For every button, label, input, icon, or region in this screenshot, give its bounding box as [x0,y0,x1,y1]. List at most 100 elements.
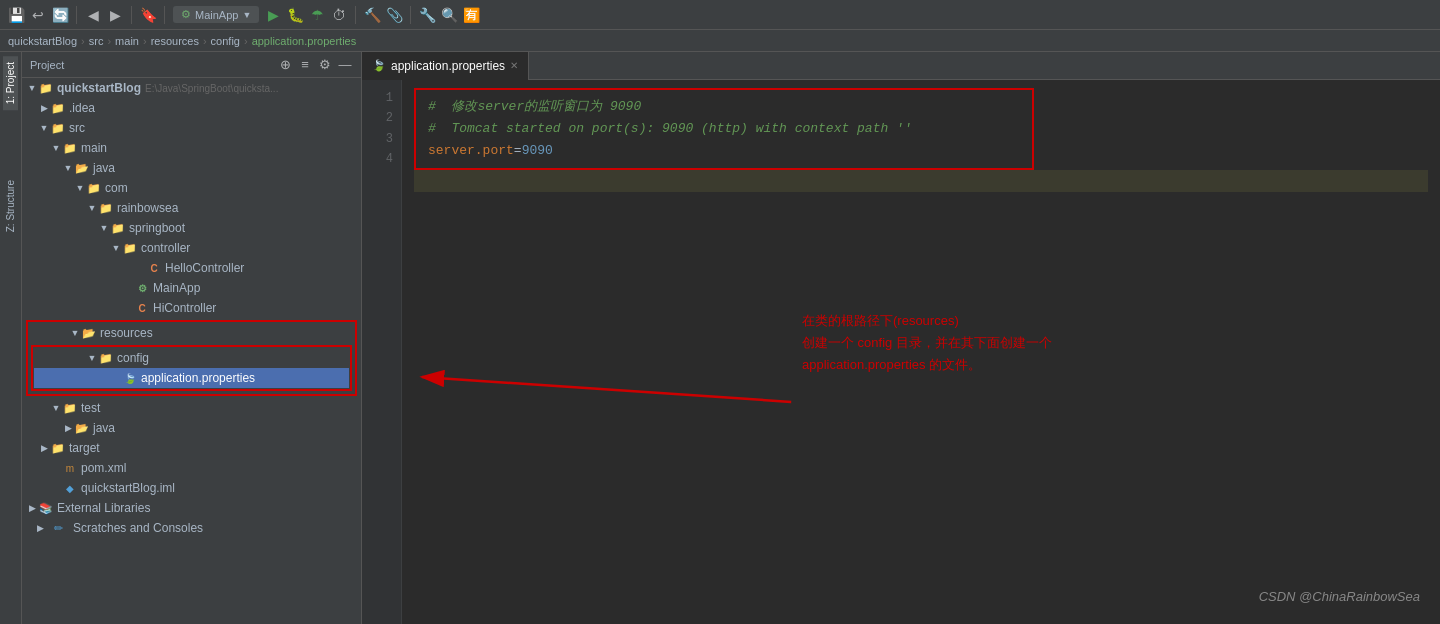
breadcrumb-part-1[interactable]: quickstartBlog [8,35,77,47]
app-properties-label: application.properties [141,371,255,385]
coverage-icon[interactable]: ☂ [309,7,325,23]
tree-rainbowsea[interactable]: ▼ 📁 rainbowsea [22,198,361,218]
tab-close-button[interactable]: ✕ [510,60,518,71]
tree-main[interactable]: ▼ 📁 main [22,138,361,158]
root-label: quickstartBlog [57,81,141,95]
root-folder-icon: 📁 [38,80,54,96]
build-icon[interactable]: 🔨 [364,7,380,23]
find-icon[interactable]: 🔍 [441,7,457,23]
config-folder-icon: 📁 [98,350,114,366]
tree-scratches[interactable]: ▶ ✏ Scratches and Consoles [22,518,361,538]
breadcrumb-sep-2: › [107,35,111,47]
breadcrumb-part-6[interactable]: application.properties [252,35,357,47]
breadcrumb-sep-1: › [81,35,85,47]
tree-external-libraries[interactable]: ▶ 📚 External Libraries [22,498,361,518]
tree-test[interactable]: ▼ 📁 test [22,398,361,418]
attach-icon[interactable]: 📎 [386,7,402,23]
controller-arrow: ▼ [110,243,122,253]
external-tools-icon[interactable]: 🔧 [419,7,435,23]
code-editor[interactable]: 1 2 3 4 # 修改server的监听窗口为 9090 # Tomcat s… [362,80,1440,624]
test-folder-icon: 📁 [62,400,78,416]
tree-controller[interactable]: ▼ 📁 controller [22,238,361,258]
add-content-icon[interactable]: ⊕ [277,57,293,72]
tree-app-properties[interactable]: ▶ 🍃 application.properties [34,368,349,388]
revert-icon[interactable]: ↩ [30,7,46,23]
java-folder-icon: 📂 [74,160,90,176]
config-label: config [117,351,149,365]
separator-1 [76,6,77,24]
test-java-folder-icon: 📂 [74,420,90,436]
breadcrumb-part-5[interactable]: config [211,35,240,47]
tab-label: application.properties [391,59,505,73]
resources-label: resources [100,326,153,340]
editor-tab-bar: 🍃 application.properties ✕ [362,52,1440,80]
profile-icon[interactable]: ⏱ [331,7,347,23]
hi-label: HiController [153,301,216,315]
debug-icon[interactable]: 🐛 [287,7,303,23]
tree-src[interactable]: ▼ 📁 src [22,118,361,138]
code-line-3: server.port=9090 [428,140,1020,162]
config-arrow: ▼ [86,353,98,363]
iml-label: quickstartBlog.iml [81,481,175,495]
tree-target[interactable]: ▶ 📁 target [22,438,361,458]
code-content[interactable]: # 修改server的监听窗口为 9090 # Tomcat started o… [402,80,1440,624]
tree-iml[interactable]: ▶ ◆ quickstartBlog.iml [22,478,361,498]
ext-lib-icon: 📚 [38,500,54,516]
tab-structure[interactable]: Z: Structure [3,174,18,238]
java-label: java [93,161,115,175]
resources-folder-icon: 📂 [81,325,97,341]
rainbowsea-arrow: ▼ [86,203,98,213]
sync-icon[interactable]: 🔄 [52,7,68,23]
main-folder-icon: 📁 [62,140,78,156]
tree-test-java[interactable]: ▶ 📂 java [22,418,361,438]
target-label: target [69,441,100,455]
tree-mainapp[interactable]: ▶ ⚙ MainApp [22,278,361,298]
bookmark-icon[interactable]: 🔖 [140,7,156,23]
vertical-tab-bar: 1: Project Z: Structure [0,52,22,624]
hello-label: HelloController [165,261,244,275]
main-label: main [81,141,107,155]
save-all-icon[interactable]: 💾 [8,7,24,23]
test-label: test [81,401,100,415]
springboot-arrow: ▼ [98,223,110,233]
tree-config[interactable]: ▼ 📁 config [34,348,349,368]
run-config-selector[interactable]: ⚙ MainApp ▼ [173,6,259,23]
tab-project[interactable]: 1: Project [3,56,18,110]
tree-idea[interactable]: ▶ 📁 .idea [22,98,361,118]
breadcrumb-part-4[interactable]: resources [151,35,199,47]
tree-java[interactable]: ▼ 📂 java [22,158,361,178]
tree-root[interactable]: ▼ 📁 quickstartBlog E:\Java\SpringBoot\qu… [22,78,361,98]
tree-hello-controller[interactable]: ▶ C HelloController [22,258,361,278]
tree-pom[interactable]: ▶ m pom.xml [22,458,361,478]
idea-label: .idea [69,101,95,115]
scratches-icon: ✏ [50,520,66,536]
collapse-icon[interactable]: ≡ [297,57,313,72]
tree-com[interactable]: ▼ 📁 com [22,178,361,198]
mainapp-label: MainApp [153,281,200,295]
breadcrumb-sep-5: › [244,35,248,47]
run-config-label: MainApp [195,9,238,21]
hello-class-icon: C [146,260,162,276]
rainbowsea-label: rainbowsea [117,201,178,215]
project-sidebar: Project ⊕ ≡ ⚙ — ▼ 📁 quickstartBlog E:\Ja… [22,52,362,624]
test-java-label: java [93,421,115,435]
tree-springboot[interactable]: ▼ 📁 springboot [22,218,361,238]
minimize-icon[interactable]: — [337,57,353,72]
springboot-folder-icon: 📁 [110,220,126,236]
src-arrow: ▼ [38,123,50,133]
ext-lib-label: External Libraries [57,501,150,515]
target-folder-icon: 📁 [50,440,66,456]
com-folder-icon: 📁 [86,180,102,196]
com-arrow: ▼ [74,183,86,193]
forward-icon[interactable]: ▶ [107,7,123,23]
controller-label: controller [141,241,190,255]
run-icon[interactable]: ▶ [265,7,281,23]
editor-tab-app-properties[interactable]: 🍃 application.properties ✕ [362,52,529,80]
breadcrumb-part-2[interactable]: src [89,35,104,47]
tree-hi-controller[interactable]: ▶ C HiController [22,298,361,318]
tree-resources[interactable]: ▼ 📂 resources [29,323,354,343]
breadcrumb-part-3[interactable]: main [115,35,139,47]
back-icon[interactable]: ◀ [85,7,101,23]
settings-icon[interactable]: ⚙ [317,57,333,72]
translate-icon[interactable]: 🈶 [463,7,479,23]
